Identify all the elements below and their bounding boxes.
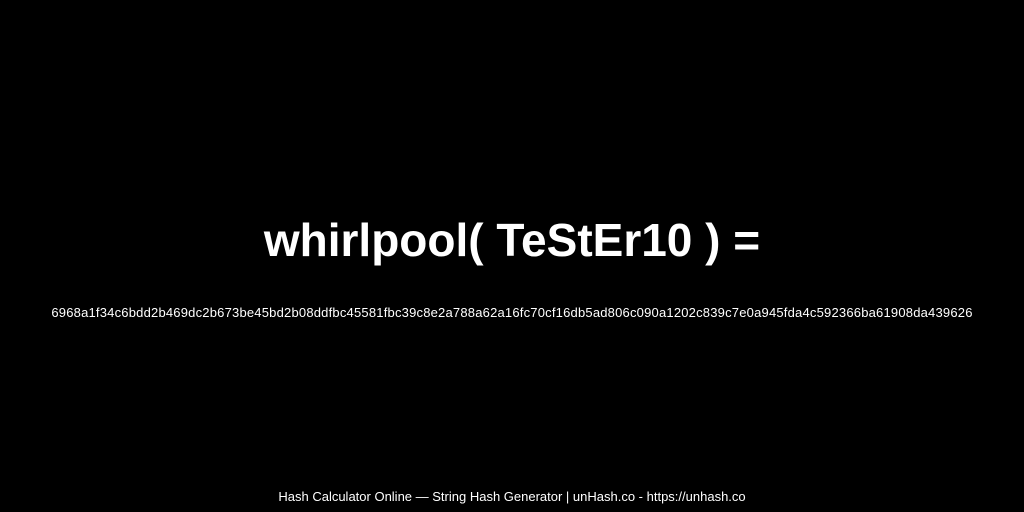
hash-expression-title: whirlpool( TeStEr10 ) = bbox=[264, 213, 760, 267]
hash-output-value: 6968a1f34c6bdd2b469dc2b673be45bd2b08ddfb… bbox=[51, 305, 972, 320]
main-content: whirlpool( TeStEr10 ) = 6968a1f34c6bdd2b… bbox=[51, 213, 972, 320]
footer-attribution: Hash Calculator Online — String Hash Gen… bbox=[0, 489, 1024, 504]
page-container: whirlpool( TeStEr10 ) = 6968a1f34c6bdd2b… bbox=[0, 0, 1024, 512]
